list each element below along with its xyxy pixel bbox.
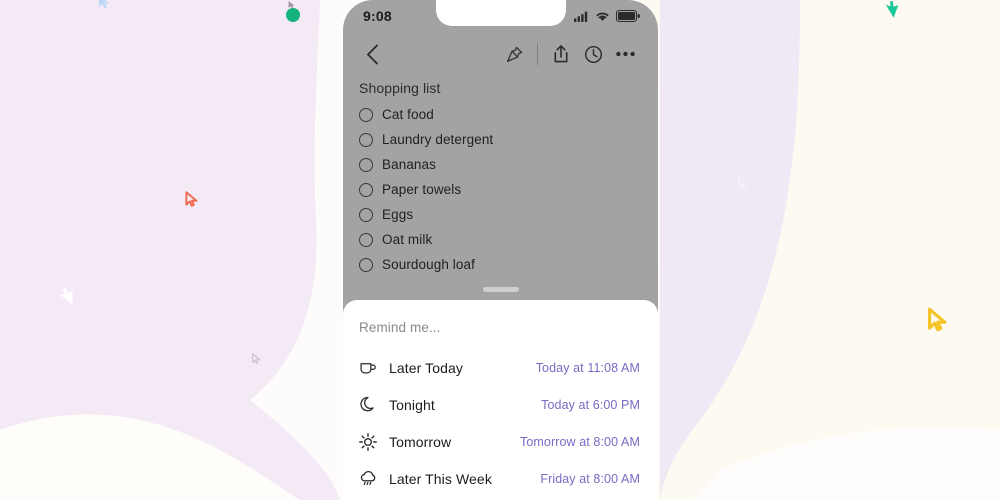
checkbox-circle-icon[interactable] (359, 232, 373, 247)
cellular-signal-icon (574, 11, 588, 22)
todo-label: Eggs (382, 207, 414, 222)
todo-label: Oat milk (382, 232, 433, 247)
reminder-sheet: Remind me... Later Today Today at 11:08 … (343, 300, 658, 500)
checkbox-circle-icon[interactable] (359, 182, 373, 197)
share-button[interactable] (546, 39, 576, 69)
todo-label: Cat food (382, 107, 434, 122)
reminder-label: Tomorrow (389, 433, 452, 450)
todo-item[interactable]: Eggs (359, 202, 658, 227)
coffee-cup-icon (357, 357, 379, 379)
wifi-icon (596, 12, 609, 21)
reminder-time: Today at 6:00 PM (541, 397, 640, 412)
cursor-orange-icon (185, 191, 198, 207)
reminder-time: Tomorrow at 8:00 AM (519, 434, 640, 449)
more-options-button[interactable] (610, 39, 640, 69)
cursor-blue-icon (99, 0, 110, 9)
back-button[interactable] (357, 39, 387, 69)
todo-label: Paper towels (382, 182, 462, 197)
cursor-pale-icon (738, 177, 748, 189)
reminder-time: Friday at 8:00 AM (540, 471, 640, 486)
sheet-drag-handle[interactable] (482, 287, 519, 292)
pin-button[interactable] (499, 39, 529, 69)
status-time: 9:08 (363, 8, 392, 24)
checkbox-circle-icon[interactable] (359, 257, 373, 272)
todo-item[interactable]: Cat food (359, 102, 658, 127)
todo-label: Bananas (382, 157, 436, 172)
note-body: Shopping list Cat food Laundry detergent… (343, 76, 658, 277)
reminder-option-tomorrow[interactable]: Tomorrow Tomorrow at 8:00 AM (357, 423, 640, 460)
todo-item[interactable]: Oat milk (359, 227, 658, 252)
note-toolbar (343, 32, 658, 76)
screen: 9:08 Shopping list Cat food Laundry dete… (0, 0, 1000, 500)
share-icon (554, 45, 568, 63)
presence-dot (286, 8, 300, 22)
todo-item[interactable]: Bananas (359, 152, 658, 177)
checkbox-circle-icon[interactable] (359, 207, 373, 222)
todo-label: Laundry detergent (382, 132, 494, 147)
cursor-white-icon (59, 287, 73, 305)
reminder-label: Later Today (389, 359, 464, 376)
reminder-time: Today at 11:08 AM (535, 360, 640, 375)
reminder-option-tonight[interactable]: Tonight Today at 6:00 PM (357, 386, 640, 423)
checkbox-circle-icon[interactable] (359, 157, 373, 172)
chevron-left-icon (366, 44, 378, 64)
todo-label: Sourdough loaf (382, 257, 475, 272)
rain-cloud-icon (357, 468, 379, 490)
todo-item[interactable]: Laundry detergent (359, 127, 658, 152)
pin-icon (506, 46, 522, 62)
todo-item[interactable]: Sourdough loaf (359, 252, 658, 277)
status-icons (574, 10, 640, 22)
sun-icon (357, 431, 379, 453)
checkbox-circle-icon[interactable] (359, 107, 373, 122)
phone-mockup: 9:08 Shopping list Cat food Laundry dete… (343, 0, 658, 500)
sheet-title: Remind me... (359, 320, 441, 335)
reminder-label: Tonight (389, 396, 435, 413)
checkbox-circle-icon[interactable] (359, 132, 373, 147)
battery-icon (616, 10, 640, 22)
note-title: Shopping list (359, 80, 441, 96)
cursor-mauve-icon (251, 353, 261, 364)
reminder-button[interactable] (578, 39, 608, 69)
reminder-label: Later This Week (389, 470, 492, 487)
status-bar: 9:08 (343, 0, 658, 32)
toolbar-divider (537, 43, 538, 65)
cursor-yellow-icon (927, 307, 947, 332)
reminder-option-later-today[interactable]: Later Today Today at 11:08 AM (357, 349, 640, 386)
clock-icon (584, 45, 602, 63)
moon-icon (357, 394, 379, 416)
todo-item[interactable]: Paper towels (359, 177, 658, 202)
ellipsis-icon (615, 51, 635, 57)
reminder-option-later-this-week[interactable]: Later This Week Friday at 8:00 AM (357, 460, 640, 497)
